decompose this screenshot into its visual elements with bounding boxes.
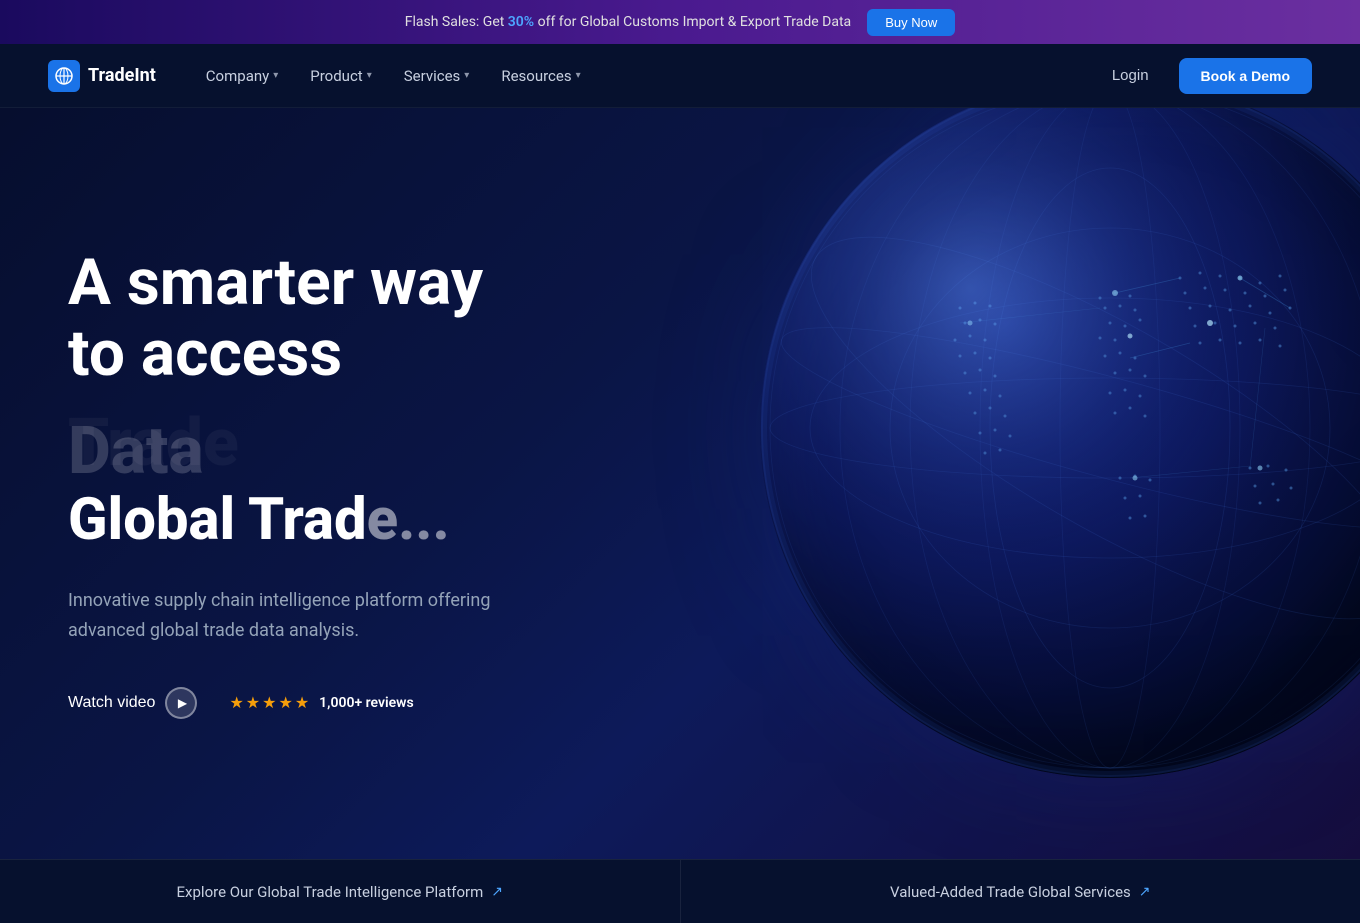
chevron-down-icon: ▾	[273, 70, 278, 81]
hero-actions: Watch video ▶ ★ ★ ★ ★ ★ 1,000+ reviews	[68, 687, 552, 719]
chevron-down-icon: ▾	[367, 70, 372, 81]
flash-highlight: 30%	[508, 14, 534, 30]
chevron-down-icon: ▾	[464, 70, 469, 81]
logo[interactable]: TradeInt	[48, 60, 156, 92]
cta-bar: Explore Our Global Trade Intelligence Pl…	[0, 859, 1360, 923]
star-3: ★	[262, 693, 276, 712]
book-demo-button[interactable]: Book a Demo	[1179, 58, 1312, 94]
nav-company[interactable]: Company ▾	[192, 59, 292, 93]
login-button[interactable]: Login	[1098, 59, 1163, 92]
globe-container	[710, 108, 1360, 859]
globe-svg	[760, 108, 1360, 778]
reviews-section: ★ ★ ★ ★ ★ 1,000+ reviews	[229, 693, 413, 712]
nav-links: Company ▾ Product ▾ Services ▾ Resources…	[192, 59, 595, 93]
hero-global-trade: Global Trade...	[68, 487, 450, 554]
hero-title: A smarter way to access	[68, 248, 552, 389]
star-rating: ★ ★ ★ ★ ★	[229, 693, 309, 712]
star-4: ★	[278, 693, 292, 712]
logo-icon	[48, 60, 80, 92]
external-link-icon: ↗	[491, 884, 503, 900]
hero-section: A smarter way to access Data Trade Globa…	[0, 108, 1360, 859]
navbar-right: Login Book a Demo	[1098, 58, 1312, 94]
navbar: TradeInt Company ▾ Product ▾ Services ▾ …	[0, 44, 1360, 108]
globe-visual	[760, 108, 1360, 778]
cycle-word-trade: Trade	[68, 413, 239, 482]
play-icon: ▶	[165, 687, 197, 719]
chevron-down-icon: ▾	[576, 70, 581, 81]
hero-line1: A smarter	[68, 245, 354, 320]
cta-explore-platform[interactable]: Explore Our Global Trade Intelligence Pl…	[0, 860, 681, 923]
reviews-text: 1,000+ reviews	[319, 695, 414, 711]
buy-now-button[interactable]: Buy Now	[867, 9, 955, 36]
nav-product[interactable]: Product ▾	[296, 59, 385, 93]
reviews-count: 1,000+	[319, 695, 362, 711]
star-2: ★	[246, 693, 260, 712]
logo-text: TradeInt	[88, 65, 156, 86]
flash-banner: Flash Sales: Get 30% off for Global Cust…	[0, 0, 1360, 44]
nav-services[interactable]: Services ▾	[390, 59, 484, 93]
flash-text: Flash Sales: Get 30% off for Global Cust…	[405, 14, 851, 30]
nav-resources[interactable]: Resources ▾	[487, 59, 594, 93]
watch-video-button[interactable]: Watch video ▶	[68, 687, 197, 719]
hero-subtitle: Global Trade...	[68, 487, 552, 562]
navbar-left: TradeInt Company ▾ Product ▾ Services ▾ …	[48, 59, 595, 93]
reviews-label: reviews	[366, 695, 414, 711]
external-link-icon: ↗	[1139, 884, 1151, 900]
star-1: ★	[229, 693, 243, 712]
hero-content: A smarter way to access Data Trade Globa…	[0, 168, 620, 799]
star-5: ★	[295, 693, 309, 712]
hero-description: Innovative supply chain intelligence pla…	[68, 586, 552, 647]
animated-text-cycle: Data Trade	[68, 413, 552, 493]
cta-valued-services[interactable]: Valued-Added Trade Global Services ↗	[681, 860, 1360, 923]
